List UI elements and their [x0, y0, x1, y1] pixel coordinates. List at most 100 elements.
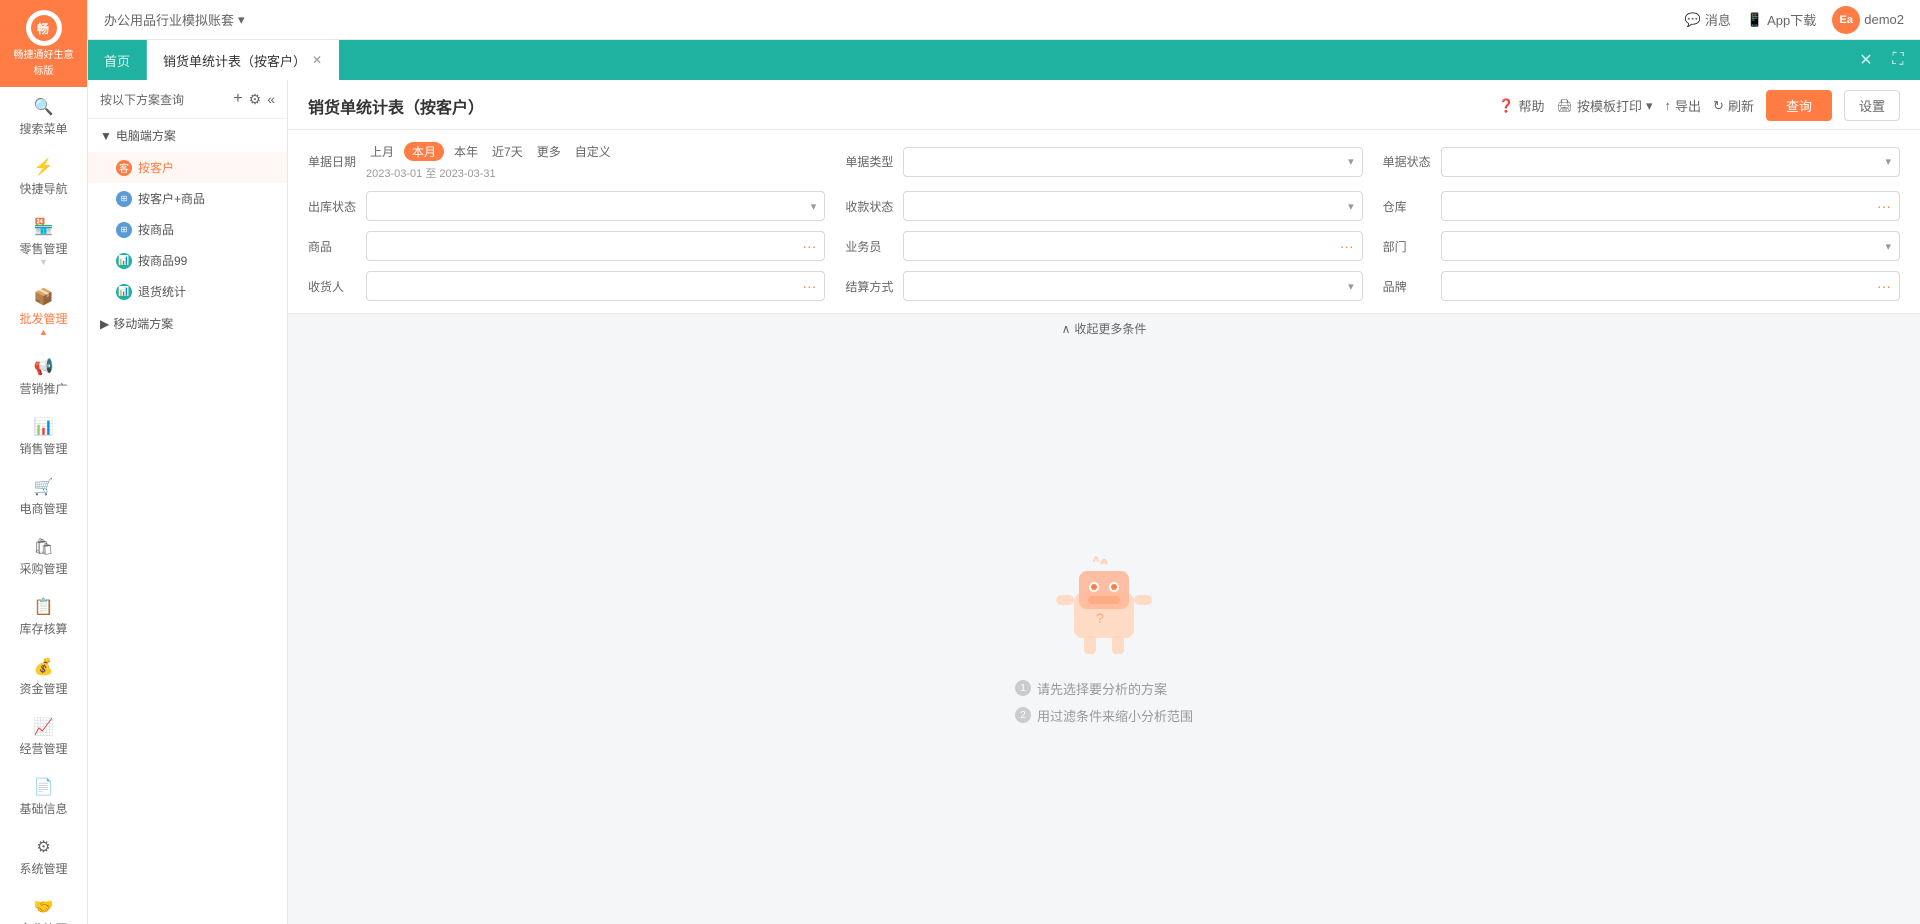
doc-status-input[interactable]: ▾: [1441, 147, 1900, 177]
scheme-label-product99: 按商品99: [138, 252, 187, 269]
filter-row-2: 出库状态 ▾ 收款状态 ▾ 仓库: [308, 191, 1900, 221]
product-input[interactable]: [366, 231, 825, 261]
app-download-action[interactable]: 📱 App下载: [1747, 10, 1816, 29]
tab-close-btn[interactable]: ✕: [1852, 46, 1880, 74]
pay-status-input[interactable]: ▾: [903, 191, 1362, 221]
app-subtitle: 标版: [34, 62, 54, 77]
sidebar-item-quicknav[interactable]: ⚡ 快捷导航: [0, 147, 87, 207]
sidebar-item-search[interactable]: 🔍 搜索菜单: [0, 87, 87, 147]
settings-button[interactable]: 设置: [1844, 90, 1900, 121]
scheme-item-customer[interactable]: 客 按客户: [88, 152, 287, 183]
filter-doc-status: 单据状态 ▾: [1383, 147, 1900, 177]
title-bar-right: ❓ 帮助 🖨 按模板打印 ▾ ↑ 导出 ↻: [1498, 90, 1900, 121]
staff-input[interactable]: [903, 231, 1362, 261]
scheme-item-product[interactable]: ⊞ 按商品: [88, 214, 287, 245]
out-status-arrow: ▾: [811, 200, 817, 213]
date-tab-custom[interactable]: 自定义: [571, 142, 615, 161]
sidebar-label-sales: 销售管理: [19, 440, 67, 457]
query-button[interactable]: 查询: [1766, 90, 1832, 121]
tab-report-label: 销货单统计表（按客户）: [163, 51, 306, 70]
print-label: 按模板打印: [1577, 96, 1642, 115]
sidebar-label-collab: 企业协同: [19, 920, 67, 924]
system-icon: ⚙: [36, 837, 50, 857]
export-label: 导出: [1675, 96, 1701, 115]
account-dropdown-arrow: ▾: [238, 12, 245, 28]
scheme-label-product: 按商品: [138, 221, 174, 238]
brand-input[interactable]: [1441, 271, 1900, 301]
sidebar-item-purchase[interactable]: 🛍 采购管理: [0, 527, 87, 587]
sidebar-item-retail[interactable]: 🏪 零售管理 ▼: [0, 207, 87, 277]
filter-product: 商品: [308, 231, 825, 261]
group-label-desktop: 电脑端方案: [116, 127, 176, 144]
message-label: 消息: [1705, 10, 1731, 29]
refresh-icon: ↻: [1713, 98, 1724, 114]
date-tab-more[interactable]: 更多: [533, 142, 565, 161]
scheme-group-mobile-header[interactable]: ▶ 移动端方案: [88, 307, 287, 340]
sidebar-item-sales[interactable]: 📊 销售管理: [0, 407, 87, 467]
help-icon: ❓: [1498, 98, 1514, 114]
message-action[interactable]: 💬 消息: [1685, 10, 1731, 29]
filter-pay-status: 收款状态 ▾: [845, 191, 1362, 221]
scheme-item-return[interactable]: 📊 退货统计: [88, 276, 287, 307]
avatar-initials: Ea: [1840, 14, 1853, 26]
sidebar-item-ecommerce[interactable]: 🛒 电商管理: [0, 467, 87, 527]
collapse-panel-btn[interactable]: «: [267, 91, 275, 107]
print-btn[interactable]: 🖨 按模板打印 ▾: [1556, 96, 1652, 115]
date-tab-last-month[interactable]: 上月: [366, 142, 398, 161]
filter-area: 单据日期 上月 本月 本年 近7天 更多 自定义 2023-03-01 至 20…: [288, 130, 1920, 313]
out-status-input[interactable]: ▾: [366, 191, 825, 221]
sidebar-item-operations[interactable]: 📈 经营管理: [0, 707, 87, 767]
sidebar-item-basic[interactable]: 📄 基础信息: [0, 767, 87, 827]
sidebar-label-retail: 零售管理: [19, 240, 67, 257]
account-selector[interactable]: 办公用品行业模拟账套 ▾: [104, 10, 245, 29]
sidebar-item-system[interactable]: ⚙ 系统管理: [0, 827, 87, 887]
marketing-icon: 📢: [34, 357, 54, 377]
svg-text:畅: 畅: [37, 21, 49, 36]
date-tab-7days[interactable]: 近7天: [488, 142, 527, 161]
warehouse-label: 仓库: [1383, 198, 1433, 215]
payment-input[interactable]: ▾: [903, 271, 1362, 301]
payment-label: 结算方式: [845, 278, 895, 295]
doc-type-label: 单据类型: [845, 153, 895, 170]
user-action[interactable]: Ea demo2: [1832, 6, 1904, 34]
export-btn[interactable]: ↑ 导出: [1665, 96, 1702, 115]
left-panel-title: 按以下方案查询: [100, 91, 184, 108]
collapse-up-icon: ∧: [1062, 322, 1071, 336]
tab-home[interactable]: 首页: [88, 40, 147, 80]
warehouse-input[interactable]: [1441, 191, 1900, 221]
receiver-input[interactable]: [366, 271, 825, 301]
collapse-text: 收起更多条件: [1074, 320, 1146, 337]
date-tab-this-month[interactable]: 本月: [404, 142, 444, 161]
group-arrow-desktop: ▼: [100, 129, 112, 143]
username: demo2: [1864, 12, 1904, 27]
sidebar-item-inventory[interactable]: 📋 库存核算: [0, 587, 87, 647]
collapse-filters-btn[interactable]: ∧ 收起更多条件: [288, 313, 1920, 343]
scheme-item-product99[interactable]: 📊 按商品99: [88, 245, 287, 276]
tab-expand-btn[interactable]: ⛶: [1884, 46, 1912, 74]
add-scheme-btn[interactable]: +: [233, 90, 242, 108]
filter-warehouse: 仓库: [1383, 191, 1900, 221]
help-label: 帮助: [1518, 96, 1544, 115]
group-arrow-mobile: ▶: [100, 317, 109, 331]
scheme-group-mobile: ▶ 移动端方案: [88, 307, 287, 340]
scheme-item-customer-product[interactable]: ⊞ 按客户+商品: [88, 183, 287, 214]
dept-input[interactable]: ▾: [1441, 231, 1900, 261]
date-tab-this-year[interactable]: 本年: [450, 142, 482, 161]
sidebar-item-collab[interactable]: 🤝 企业协同: [0, 887, 87, 924]
filter-row-4: 收货人 结算方式 ▾ 品牌: [308, 271, 1900, 301]
sidebar-item-marketing[interactable]: 📢 营销推广: [0, 347, 87, 407]
settings-scheme-btn[interactable]: ⚙: [249, 91, 262, 108]
tab-close-icon[interactable]: ✕: [312, 53, 322, 67]
doc-type-input[interactable]: ▾: [903, 147, 1362, 177]
quicknav-icon: ⚡: [34, 157, 54, 177]
sidebar-label-quicknav: 快捷导航: [19, 180, 67, 197]
app-logo: 畅 畅捷通好生意 标版: [0, 0, 88, 87]
group-label-mobile: 移动端方案: [113, 315, 173, 332]
scheme-group-desktop-header[interactable]: ▼ 电脑端方案: [88, 119, 287, 152]
help-btn[interactable]: ❓ 帮助: [1498, 96, 1544, 115]
sidebar-item-finance[interactable]: 💰 资金管理: [0, 647, 87, 707]
refresh-btn[interactable]: ↻ 刷新: [1713, 96, 1754, 115]
title-actions: ❓ 帮助 🖨 按模板打印 ▾ ↑ 导出 ↻: [1498, 96, 1754, 115]
tab-report[interactable]: 销货单统计表（按客户） ✕: [147, 40, 339, 80]
sidebar-item-wholesale[interactable]: 📦 批发管理 ▲: [0, 277, 87, 347]
